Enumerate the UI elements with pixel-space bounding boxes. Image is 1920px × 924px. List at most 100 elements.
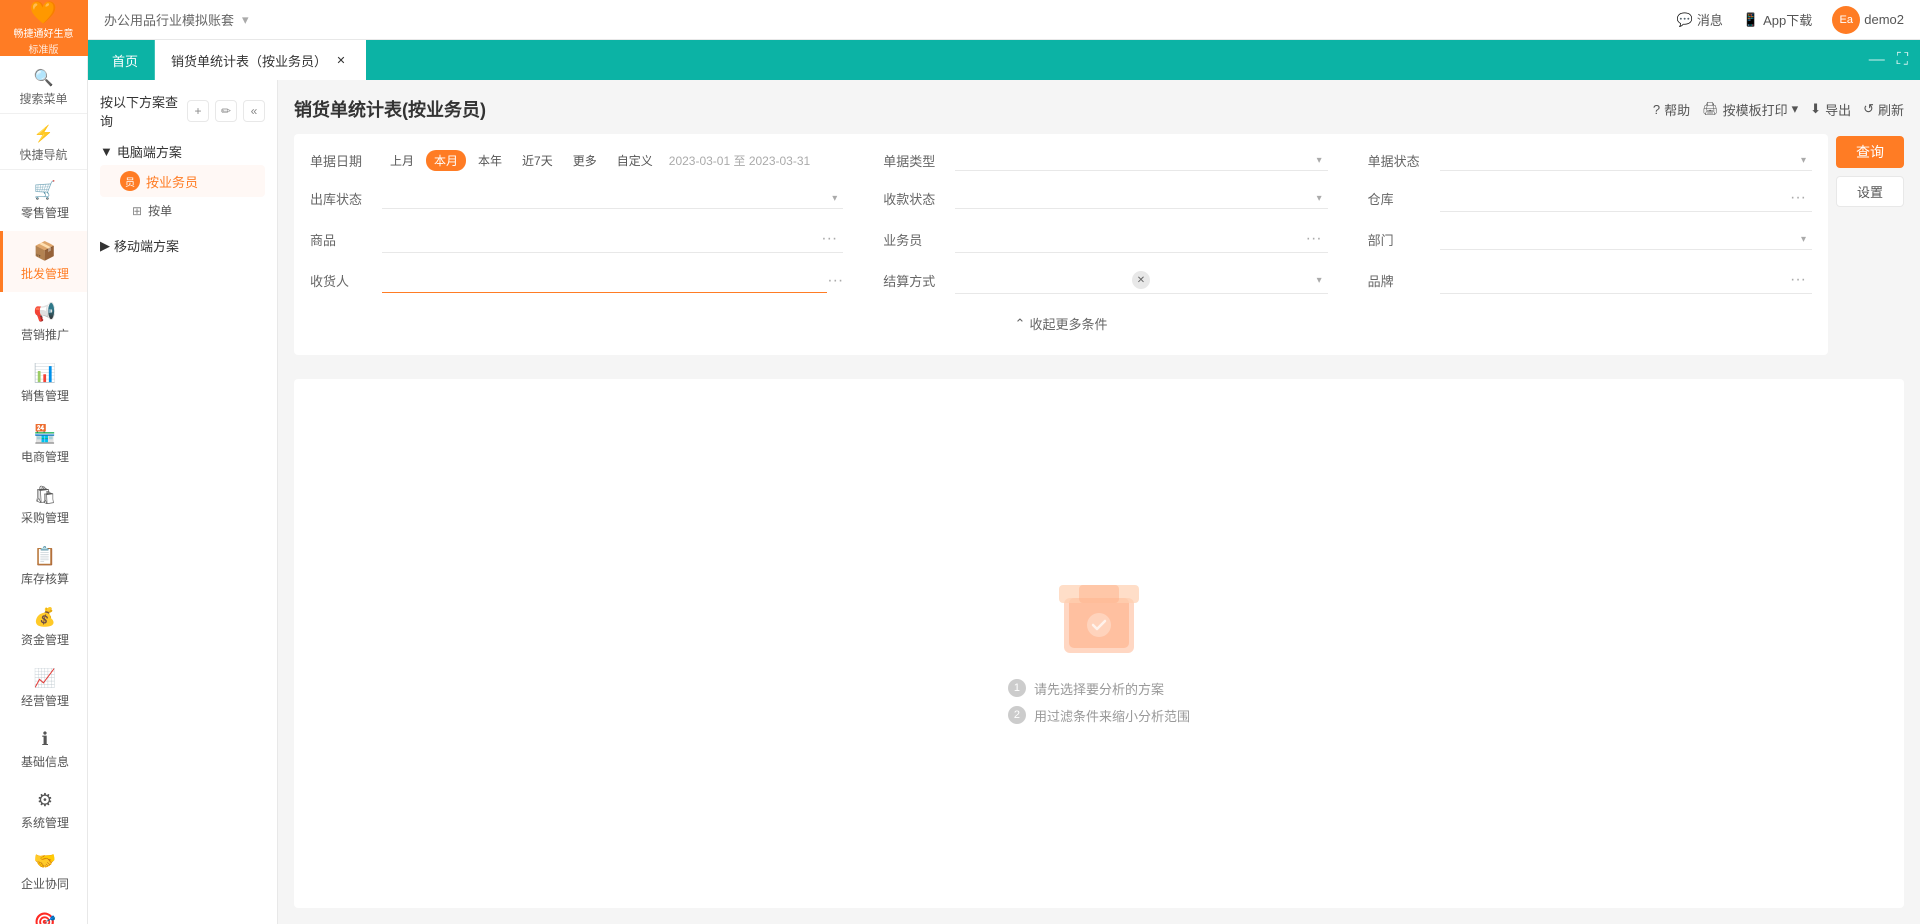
scheme-item-salesperson[interactable]: 员 按业务员 — [100, 165, 265, 197]
sidebar-item-wholesale[interactable]: 📦 批发管理 — [0, 231, 87, 292]
sidebar-item-label: 销售管理 — [21, 387, 69, 404]
settings-button[interactable]: 设置 — [1836, 176, 1904, 207]
empty-hint-1: 1 请先选择要分析的方案 — [1008, 679, 1190, 698]
settlement-clear-btn[interactable]: ✕ — [1132, 271, 1150, 289]
doc-status-select[interactable]: ▾ — [1440, 151, 1812, 171]
warehouse-select[interactable]: ··· — [1440, 185, 1812, 212]
warehouse-dots-icon[interactable]: ··· — [1790, 189, 1806, 207]
user-profile[interactable]: Ea demo2 — [1832, 6, 1904, 34]
brand-select[interactable]: ··· — [1440, 267, 1812, 294]
sidebar-item-retail[interactable]: 🛒 零售管理 — [0, 170, 87, 231]
filter-collect-status: 收款状态 ▾ — [883, 189, 1327, 209]
department-select[interactable]: ▾ — [1440, 230, 1812, 250]
date-tab-this-month[interactable]: 本月 — [426, 150, 466, 171]
hint-text-2: 用过滤条件来缩小分析范围 — [1034, 706, 1190, 725]
sidebar-item-finance[interactable]: 💰 资金管理 — [0, 597, 87, 658]
topbar-left: 办公用品行业模拟账套 ▾ — [104, 10, 249, 29]
print-btn[interactable]: 🖨 按模板打印 ▾ — [1702, 100, 1798, 119]
salesperson-select[interactable]: ··· — [955, 226, 1327, 253]
product-dots-icon[interactable]: ··· — [821, 230, 837, 248]
receiver-input[interactable] — [382, 269, 827, 293]
user-avatar-text: Ea — [1840, 14, 1853, 26]
tab-sales-stat-label: 销货单统计表（按业务员） — [171, 51, 327, 70]
desktop-scheme-title[interactable]: ▼ 电脑端方案 — [100, 138, 265, 165]
tab-home[interactable]: 首页 — [96, 40, 155, 80]
sidebar-item-label: 营销推广 — [21, 326, 69, 343]
tab-maximize-btn[interactable]: ⛶ — [1893, 47, 1912, 73]
export-label: 导出 — [1825, 100, 1851, 119]
sidebar-item-marketing[interactable]: 📢 营销推广 — [0, 292, 87, 353]
hint-num-2: 2 — [1008, 706, 1026, 724]
hint-num-1: 1 — [1008, 679, 1026, 697]
collapse-panel-btn[interactable]: « — [243, 100, 265, 122]
tab-sales-stat[interactable]: 销货单统计表（按业务员） ✕ — [155, 40, 366, 80]
guide-icon: 🎯 — [34, 912, 56, 924]
message-btn[interactable]: 💬 消息 — [1677, 10, 1723, 29]
sidebar-logo[interactable]: 🧡 畅捷通好生意 标准版 — [0, 0, 88, 56]
left-panel-actions: + ✏ « — [187, 100, 265, 122]
sidebar-item-purchase[interactable]: 🛍 采购管理 — [0, 475, 87, 536]
app-download-btn[interactable]: 📱 App下载 — [1743, 10, 1812, 29]
sidebar-item-label: 零售管理 — [21, 204, 69, 221]
collapse-icon: « — [251, 104, 258, 118]
sidebar-item-enterprise[interactable]: 🤝 企业协同 — [0, 841, 87, 902]
refresh-btn[interactable]: ↺ 刷新 — [1863, 100, 1904, 119]
edit-scheme-btn[interactable]: ✏ — [215, 100, 237, 122]
desktop-arrow-icon: ▼ — [100, 144, 113, 159]
help-btn[interactable]: ? 帮助 — [1653, 100, 1690, 119]
collapse-filters-btn[interactable]: ⌃ 收起更多条件 — [995, 308, 1128, 339]
date-tab-this-year[interactable]: 本年 — [470, 150, 510, 171]
filter-salesperson: 业务员 ··· — [883, 226, 1327, 253]
page-actions: ? 帮助 🖨 按模板打印 ▾ ⬇ 导出 ↺ 刷新 — [1653, 100, 1904, 119]
edit-icon: ✏ — [221, 104, 231, 118]
page-title-row: 销货单统计表(按业务员) ? 帮助 🖨 按模板打印 ▾ ⬇ 导出 — [294, 96, 1904, 122]
date-tab-last-month[interactable]: 上月 — [382, 150, 422, 171]
salesperson-label: 业务员 — [883, 230, 955, 249]
receiver-dots-icon[interactable]: ··· — [827, 272, 843, 290]
doc-type-select[interactable]: ▾ — [955, 151, 1327, 171]
sidebar-item-basic-info[interactable]: ℹ 基础信息 — [0, 719, 87, 780]
date-tab-7days[interactable]: 近7天 — [514, 150, 561, 171]
sidebar-item-guide[interactable]: 🎯 新手引导 — [0, 902, 87, 924]
sidebar-item-operation[interactable]: 📈 经营管理 — [0, 658, 87, 719]
export-btn[interactable]: ⬇ 导出 — [1810, 100, 1851, 119]
filter-settlement: 结算方式 ✕ ▾ — [883, 267, 1327, 294]
tab-close-icon[interactable]: ✕ — [333, 52, 349, 68]
page-title: 销货单统计表(按业务员) — [294, 96, 486, 122]
filter-area: 单据日期 上月 本月 本年 近7天 更多 自定义 20 — [294, 134, 1828, 355]
date-tab-custom[interactable]: 自定义 — [609, 150, 661, 171]
right-panel: 销货单统计表(按业务员) ? 帮助 🖨 按模板打印 ▾ ⬇ 导出 — [278, 80, 1920, 924]
collect-status-select[interactable]: ▾ — [955, 189, 1327, 209]
sidebar-item-label: 电商管理 — [21, 448, 69, 465]
breadcrumb-dropdown-icon[interactable]: ▾ — [242, 12, 249, 28]
sidebar-item-ecommerce[interactable]: 🏪 电商管理 — [0, 414, 87, 475]
date-filter: 上月 本月 本年 近7天 更多 自定义 2023-03-01 至 2023-03… — [382, 150, 810, 171]
sidebar-item-sales[interactable]: 📊 销售管理 — [0, 353, 87, 414]
sidebar-search-item[interactable]: 🔍 搜索菜单 — [0, 56, 87, 114]
product-select[interactable]: ··· — [382, 226, 843, 253]
user-avatar: Ea — [1832, 6, 1860, 34]
breadcrumb: 办公用品行业模拟账套 — [104, 10, 234, 29]
out-status-dropdown-icon: ▾ — [832, 193, 837, 204]
sidebar-item-inventory[interactable]: 📋 库存核算 — [0, 536, 87, 597]
mobile-scheme-title[interactable]: ▶ 移动端方案 — [100, 232, 265, 259]
print-icon: 🖨 — [1702, 101, 1719, 117]
refresh-label: 刷新 — [1878, 100, 1904, 119]
scheme-item-by-order[interactable]: ⊞ 按单 — [100, 197, 265, 224]
action-buttons: 查询 设置 — [1836, 134, 1904, 207]
query-button[interactable]: 查询 — [1836, 136, 1904, 168]
add-scheme-btn[interactable]: + — [187, 100, 209, 122]
sidebar-shortcut-item[interactable]: ⚡ 快捷导航 — [0, 114, 87, 170]
brand-dots-icon[interactable]: ··· — [1790, 271, 1806, 289]
sidebar-item-system[interactable]: ⚙ 系统管理 — [0, 780, 87, 841]
settlement-select[interactable]: ✕ ▾ — [955, 267, 1327, 294]
message-icon: 💬 — [1677, 12, 1693, 28]
salesperson-dots-icon[interactable]: ··· — [1306, 230, 1322, 248]
finance-icon: 💰 — [34, 607, 56, 628]
message-label: 消息 — [1697, 10, 1723, 29]
out-status-select[interactable]: ▾ — [382, 189, 843, 209]
date-tab-more[interactable]: 更多 — [565, 150, 605, 171]
tab-minimize-btn[interactable]: — — [1865, 47, 1889, 73]
sales-icon: 📊 — [34, 363, 56, 384]
wholesale-icon: 📦 — [34, 241, 56, 262]
